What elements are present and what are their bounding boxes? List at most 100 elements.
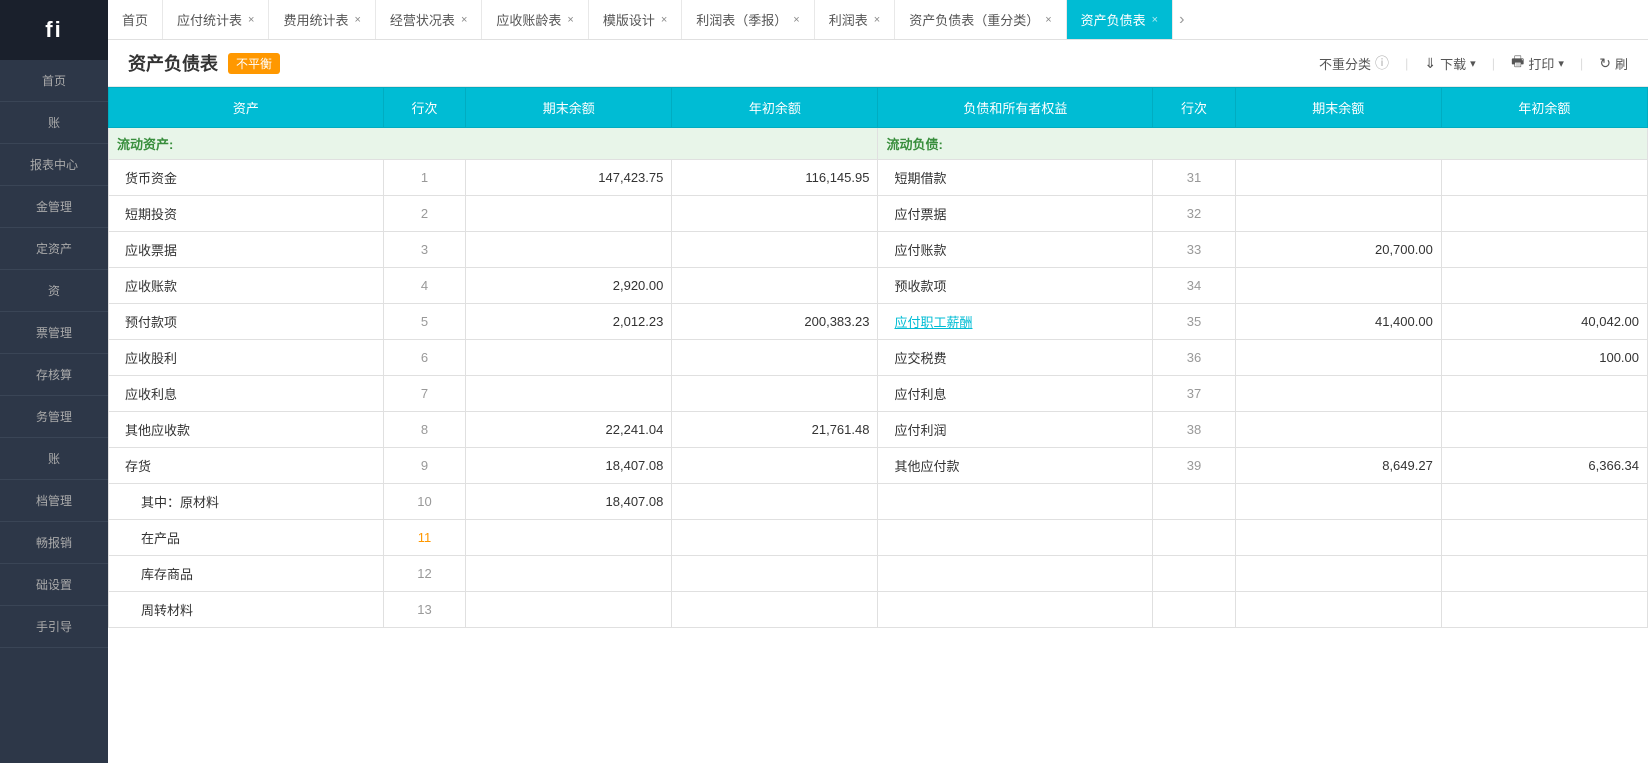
left-row-8: 9 bbox=[383, 448, 465, 484]
download-action[interactable]: ⇓ 下载 ▾ bbox=[1424, 54, 1475, 73]
balance-sheet-table: 资产 行次 期末余额 年初余额 负债和所有者权益 行次 期末余额 年初余额 流动… bbox=[108, 87, 1648, 628]
left-item-3: 应收账款 bbox=[109, 268, 384, 304]
table-row: 在产品 11 bbox=[109, 520, 1648, 556]
help-icon[interactable]: ⓘ bbox=[1375, 53, 1389, 73]
left-year-9 bbox=[672, 484, 878, 520]
left-year-8 bbox=[672, 448, 878, 484]
left-row-3: 4 bbox=[383, 268, 465, 304]
table-row: 应收利息 7 应付利息 37 bbox=[109, 376, 1648, 412]
tab-ops[interactable]: 经营状况表 × bbox=[376, 0, 482, 40]
tab-bs-reclassify[interactable]: 资产负债表（重分类） × bbox=[895, 0, 1066, 40]
section-left-label: 流动资产: bbox=[109, 128, 878, 160]
sidebar-item-reports[interactable]: 报表中心 bbox=[0, 144, 108, 186]
right-row-12 bbox=[1153, 592, 1235, 628]
sidebar-item-invest[interactable]: 资 bbox=[0, 270, 108, 312]
close-tab-bs-reclassify[interactable]: × bbox=[1045, 14, 1051, 26]
close-tab-template[interactable]: × bbox=[661, 14, 667, 26]
sidebar-item-settings[interactable]: 础设置 bbox=[0, 564, 108, 606]
left-item-0: 货币资金 bbox=[109, 160, 384, 196]
table-row: 应收账款 4 2,920.00 预收款项 34 bbox=[109, 268, 1648, 304]
sidebar-item-expense2[interactable]: 畅报销 bbox=[0, 522, 108, 564]
sidebar-item-account[interactable]: 账 bbox=[0, 438, 108, 480]
right-period-4: 41,400.00 bbox=[1235, 304, 1441, 340]
sidebar-item-archive[interactable]: 档管理 bbox=[0, 480, 108, 522]
right-row-1: 32 bbox=[1153, 196, 1235, 232]
right-period-7 bbox=[1235, 412, 1441, 448]
header-liability: 负债和所有者权益 bbox=[878, 88, 1153, 128]
sidebar-item-ledger[interactable]: 账 bbox=[0, 102, 108, 144]
right-year-6 bbox=[1441, 376, 1647, 412]
left-row-1: 2 bbox=[383, 196, 465, 232]
left-row-0: 1 bbox=[383, 160, 465, 196]
right-item-7: 应付利润 bbox=[878, 412, 1153, 448]
sidebar-item-expense[interactable]: 务管理 bbox=[0, 396, 108, 438]
left-period-5 bbox=[466, 340, 672, 376]
tab-home[interactable]: 首页 bbox=[108, 0, 163, 40]
right-year-2 bbox=[1441, 232, 1647, 268]
right-item-4: 应付职工薪酬 bbox=[878, 304, 1153, 340]
sidebar-item-guide[interactable]: 手引导 bbox=[0, 606, 108, 648]
refresh-icon: ↻ bbox=[1599, 55, 1611, 72]
close-tab-profit[interactable]: × bbox=[874, 14, 880, 26]
balance-sheet-table-container[interactable]: 资产 行次 期末余额 年初余额 负债和所有者权益 行次 期末余额 年初余额 流动… bbox=[108, 87, 1648, 763]
left-period-10 bbox=[466, 520, 672, 556]
close-tab-aging[interactable]: × bbox=[567, 14, 573, 26]
print-action[interactable]: 🖶 打印 ▾ bbox=[1511, 51, 1564, 75]
close-tab-profit-q[interactable]: × bbox=[793, 14, 799, 26]
right-period-2: 20,700.00 bbox=[1235, 232, 1441, 268]
close-tab-ops[interactable]: × bbox=[461, 14, 467, 26]
left-item-10: 在产品 bbox=[109, 520, 384, 556]
right-row-3: 34 bbox=[1153, 268, 1235, 304]
classify-action[interactable]: 不重分类 ⓘ bbox=[1319, 53, 1389, 73]
refresh-action[interactable]: ↻ 刷 bbox=[1599, 54, 1628, 73]
left-row-10: 11 bbox=[383, 520, 465, 556]
sidebar-item-inventory[interactable]: 存核算 bbox=[0, 354, 108, 396]
left-year-10 bbox=[672, 520, 878, 556]
sidebar-item-home[interactable]: 首页 bbox=[0, 60, 108, 102]
unbalanced-badge: 不平衡 bbox=[228, 53, 280, 74]
header-rownum: 行次 bbox=[383, 88, 465, 128]
table-row: 库存商品 12 bbox=[109, 556, 1648, 592]
right-row-10 bbox=[1153, 520, 1235, 556]
tab-template[interactable]: 模版设计 × bbox=[589, 0, 682, 40]
sidebar-item-cashmanage[interactable]: 金管理 bbox=[0, 186, 108, 228]
header-year-start: 年初余额 bbox=[672, 88, 878, 128]
right-row-2: 33 bbox=[1153, 232, 1235, 268]
tab-aging[interactable]: 应收账龄表 × bbox=[482, 0, 588, 40]
left-row-11: 12 bbox=[383, 556, 465, 592]
header-year-start2: 年初余额 bbox=[1441, 88, 1647, 128]
left-item-6: 应收利息 bbox=[109, 376, 384, 412]
tab-more-btn[interactable]: › bbox=[1173, 11, 1190, 29]
header-actions: 不重分类 ⓘ | ⇓ 下载 ▾ | 🖶 打印 ▾ | ↻ 刷 bbox=[1319, 51, 1628, 75]
right-year-9 bbox=[1441, 484, 1647, 520]
left-row-7: 8 bbox=[383, 412, 465, 448]
close-tab-expense[interactable]: × bbox=[354, 14, 360, 26]
left-period-0: 147,423.75 bbox=[466, 160, 672, 196]
right-row-0: 31 bbox=[1153, 160, 1235, 196]
right-period-10 bbox=[1235, 520, 1441, 556]
right-item-9 bbox=[878, 484, 1153, 520]
left-item-5: 应收股利 bbox=[109, 340, 384, 376]
page-header: 资产负债表 不平衡 不重分类 ⓘ | ⇓ 下载 ▾ | 🖶 打印 ▾ bbox=[108, 40, 1648, 87]
tab-payable[interactable]: 应付统计表 × bbox=[163, 0, 269, 40]
right-year-8: 6,366.34 bbox=[1441, 448, 1647, 484]
content-area: 资产负债表 不平衡 不重分类 ⓘ | ⇓ 下载 ▾ | 🖶 打印 ▾ bbox=[108, 40, 1648, 763]
left-year-3 bbox=[672, 268, 878, 304]
left-item-11: 库存商品 bbox=[109, 556, 384, 592]
tab-expense[interactable]: 费用统计表 × bbox=[269, 0, 375, 40]
chevron-down-icon: ▾ bbox=[1470, 57, 1476, 70]
left-year-0: 116,145.95 bbox=[672, 160, 878, 196]
close-tab-payable[interactable]: × bbox=[248, 14, 254, 26]
left-year-7: 21,761.48 bbox=[672, 412, 878, 448]
left-period-7: 22,241.04 bbox=[466, 412, 672, 448]
right-year-7 bbox=[1441, 412, 1647, 448]
right-period-1 bbox=[1235, 196, 1441, 232]
tab-profit-q[interactable]: 利润表（季报） × bbox=[682, 0, 814, 40]
left-year-11 bbox=[672, 556, 878, 592]
tab-bs[interactable]: 资产负债表 × bbox=[1067, 0, 1173, 40]
right-year-3 bbox=[1441, 268, 1647, 304]
close-tab-bs[interactable]: × bbox=[1152, 14, 1158, 26]
sidebar-item-fixedasset[interactable]: 定资产 bbox=[0, 228, 108, 270]
tab-profit[interactable]: 利润表 × bbox=[815, 0, 895, 40]
sidebar-item-bills[interactable]: 票管理 bbox=[0, 312, 108, 354]
